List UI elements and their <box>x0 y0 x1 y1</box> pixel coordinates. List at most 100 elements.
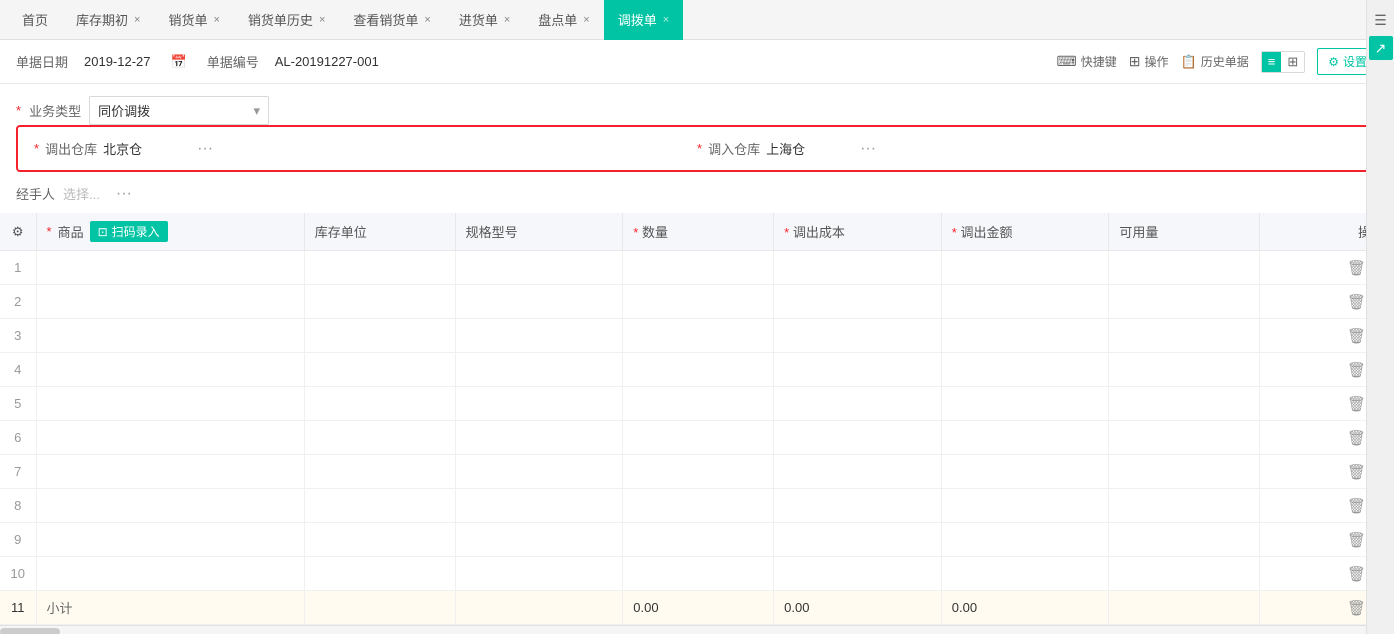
delete-row-icon-9[interactable]: 🗑 <box>1347 531 1366 549</box>
spec-cell-9[interactable] <box>455 523 623 557</box>
tab-stocktake-close[interactable]: × <box>583 14 589 26</box>
amount-cell-3[interactable] <box>941 319 1109 353</box>
spec-cell-1[interactable] <box>455 251 623 285</box>
unit-cell-3[interactable] <box>304 319 455 353</box>
product-cell-10[interactable] <box>36 557 304 591</box>
product-cell-9[interactable] <box>36 523 304 557</box>
grid-view-button[interactable]: ⊞ <box>1281 52 1304 72</box>
amount-cell-8[interactable] <box>941 489 1109 523</box>
sidebar-export-icon[interactable]: ↗ <box>1369 36 1393 60</box>
tab-inventory-init-close[interactable]: × <box>134 14 140 26</box>
product-cell-3[interactable] <box>36 319 304 353</box>
amount-cell-1[interactable] <box>941 251 1109 285</box>
product-cell-6[interactable] <box>36 421 304 455</box>
list-view-button[interactable]: ≡ <box>1262 52 1282 72</box>
gear-icon[interactable]: ⚙ <box>12 224 24 239</box>
product-cell-1[interactable] <box>36 251 304 285</box>
amount-cell-4[interactable] <box>941 353 1109 387</box>
delete-row-icon-8[interactable]: 🗑 <box>1347 497 1366 515</box>
unit-cell-7[interactable] <box>304 455 455 489</box>
spec-cell-8[interactable] <box>455 489 623 523</box>
spec-cell-4[interactable] <box>455 353 623 387</box>
horizontal-scrollbar[interactable] <box>0 625 1394 634</box>
delete-row-icon-10[interactable]: 🗑 <box>1347 565 1366 583</box>
tab-sales-history[interactable]: 销货单历史 × <box>234 0 339 40</box>
tab-view-sales[interactable]: 查看销货单 × <box>339 0 444 40</box>
tab-sales-order-close[interactable]: × <box>213 14 219 26</box>
delete-row-icon-5[interactable]: 🗑 <box>1347 395 1366 413</box>
person-select[interactable]: 选择... <box>63 184 100 203</box>
unit-cell-10[interactable] <box>304 557 455 591</box>
delete-row-icon-6[interactable]: 🗑 <box>1347 429 1366 447</box>
delete-row-icon-2[interactable]: 🗑 <box>1347 293 1366 311</box>
unit-cell-9[interactable] <box>304 523 455 557</box>
person-more-icon[interactable]: ··· <box>116 185 132 203</box>
in-warehouse-value[interactable]: 上海仓 <box>766 139 846 158</box>
product-cell-2[interactable] <box>36 285 304 319</box>
delete-row-icon-11[interactable]: 🗑 <box>1347 599 1366 617</box>
spec-cell-10[interactable] <box>455 557 623 591</box>
tab-purchase-close[interactable]: × <box>504 14 510 26</box>
unit-cell-2[interactable] <box>304 285 455 319</box>
qty-cell-1[interactable] <box>623 251 774 285</box>
product-cell-7[interactable] <box>36 455 304 489</box>
shortcut-action[interactable]: ⌨ 快捷键 <box>1057 53 1117 70</box>
qty-cell-6[interactable] <box>623 421 774 455</box>
unit-cell-4[interactable] <box>304 353 455 387</box>
cost-cell-6[interactable] <box>774 421 942 455</box>
business-type-select[interactable]: 同价调拨 ▾ <box>89 96 269 125</box>
cost-cell-1[interactable] <box>774 251 942 285</box>
operation-action[interactable]: ⊞ 操作 <box>1129 53 1169 70</box>
unit-cell-5[interactable] <box>304 387 455 421</box>
calendar-icon[interactable]: 📅 <box>171 54 187 70</box>
amount-cell-5[interactable] <box>941 387 1109 421</box>
tab-stocktake[interactable]: 盘点单 × <box>524 0 603 40</box>
amount-cell-10[interactable] <box>941 557 1109 591</box>
amount-cell-9[interactable] <box>941 523 1109 557</box>
cost-cell-2[interactable] <box>774 285 942 319</box>
qty-cell-4[interactable] <box>623 353 774 387</box>
spec-cell-6[interactable] <box>455 421 623 455</box>
in-warehouse-more-icon[interactable]: ··· <box>860 140 876 158</box>
qty-cell-2[interactable] <box>623 285 774 319</box>
tab-sales-order[interactable]: 销货单 × <box>154 0 233 40</box>
spec-cell-5[interactable] <box>455 387 623 421</box>
tab-home[interactable]: 首页 <box>8 0 62 40</box>
amount-cell-6[interactable] <box>941 421 1109 455</box>
delete-row-icon-7[interactable]: 🗑 <box>1347 463 1366 481</box>
delete-row-icon-3[interactable]: 🗑 <box>1347 327 1366 345</box>
tab-sales-history-close[interactable]: × <box>319 14 325 26</box>
qty-cell-5[interactable] <box>623 387 774 421</box>
unit-cell-6[interactable] <box>304 421 455 455</box>
product-cell-4[interactable] <box>36 353 304 387</box>
tab-view-sales-close[interactable]: × <box>424 14 430 26</box>
history-action[interactable]: 📋 历史单据 <box>1181 53 1249 70</box>
qty-cell-7[interactable] <box>623 455 774 489</box>
cost-cell-3[interactable] <box>774 319 942 353</box>
cost-cell-10[interactable] <box>774 557 942 591</box>
tab-transfer[interactable]: 调拨单 × <box>604 0 683 40</box>
product-cell-8[interactable] <box>36 489 304 523</box>
cost-cell-7[interactable] <box>774 455 942 489</box>
unit-cell-1[interactable] <box>304 251 455 285</box>
qty-cell-3[interactable] <box>623 319 774 353</box>
qty-cell-10[interactable] <box>623 557 774 591</box>
cost-cell-5[interactable] <box>774 387 942 421</box>
spec-cell-3[interactable] <box>455 319 623 353</box>
amount-cell-7[interactable] <box>941 455 1109 489</box>
cost-cell-4[interactable] <box>774 353 942 387</box>
unit-cell-8[interactable] <box>304 489 455 523</box>
delete-row-icon-4[interactable]: 🗑 <box>1347 361 1366 379</box>
out-warehouse-more-icon[interactable]: ··· <box>197 140 213 158</box>
spec-cell-2[interactable] <box>455 285 623 319</box>
scan-input-button[interactable]: ⊡ 扫码录入 <box>90 221 168 242</box>
tab-purchase[interactable]: 进货单 × <box>445 0 524 40</box>
tab-inventory-init[interactable]: 库存期初 × <box>62 0 154 40</box>
amount-cell-2[interactable] <box>941 285 1109 319</box>
qty-cell-8[interactable] <box>623 489 774 523</box>
out-warehouse-value[interactable]: 北京仓 <box>103 139 183 158</box>
qty-cell-9[interactable] <box>623 523 774 557</box>
delete-row-icon-1[interactable]: 🗑 <box>1347 259 1366 277</box>
product-cell-5[interactable] <box>36 387 304 421</box>
scroll-thumb[interactable] <box>0 628 60 634</box>
